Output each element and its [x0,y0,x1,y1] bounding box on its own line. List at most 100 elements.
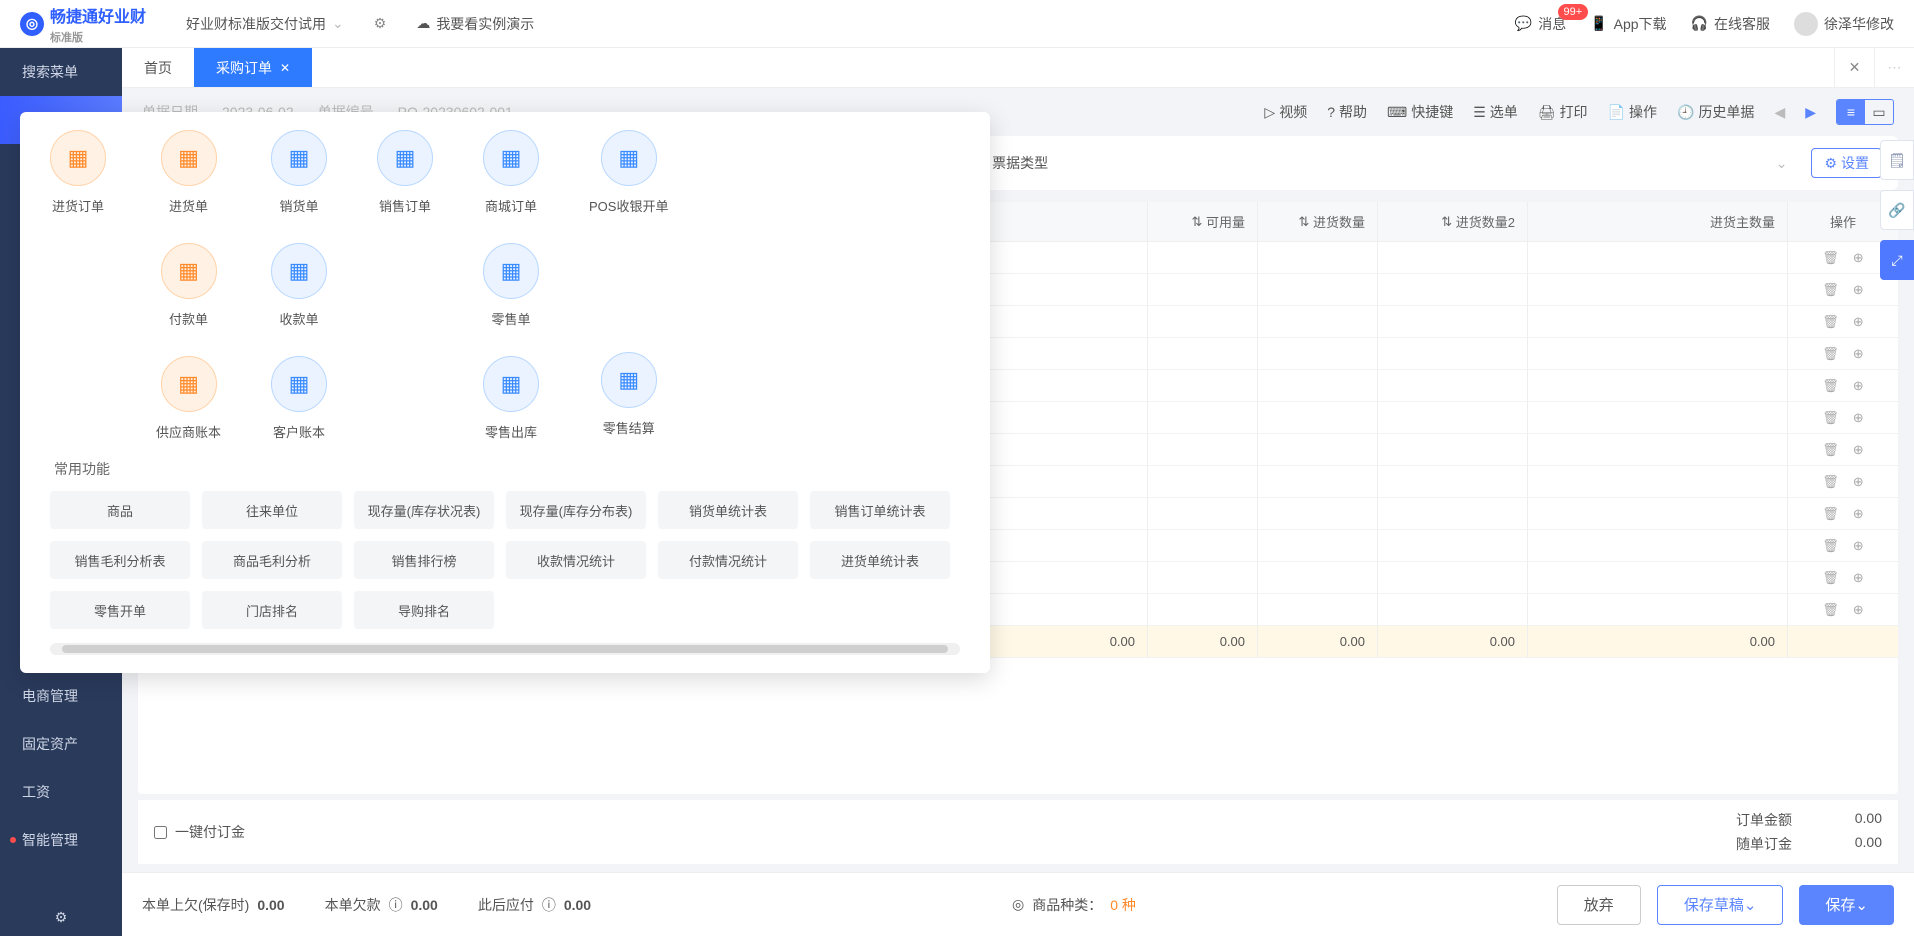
quicknav-node[interactable]: ▦客户账本 [271,356,327,441]
select-link[interactable]: ☰ 选单 [1473,102,1518,122]
quicknav-chip[interactable]: 销货单统计表 [658,491,798,529]
quicknav-chip[interactable]: 收款情况统计 [506,541,646,579]
row-add-icon[interactable]: ⊕ [1853,538,1864,554]
quicknav-node[interactable]: ▦销售订单 [377,130,433,215]
abandon-button[interactable]: 放弃 [1557,885,1641,925]
sidebar-item-12[interactable]: 电商管理 [0,672,122,720]
onlinecs-link[interactable]: 🎧 在线客服 [1691,14,1770,34]
row-add-icon[interactable]: ⊕ [1853,410,1864,426]
quicknav-node[interactable]: ▦收款单 [271,243,327,328]
sidebar-item-13[interactable]: 固定资产 [0,720,122,768]
quicknav-node[interactable]: ▦零售单 [483,243,539,328]
view-list-icon[interactable]: ≡ [1837,100,1865,124]
sidebar-item-label: 工资 [22,782,50,802]
sidebar-settings-icon[interactable]: ⚙ [0,909,122,926]
page-next-icon[interactable]: ▶ [1805,104,1816,121]
quicknav-node[interactable]: ▦零售结算 [601,352,657,437]
row-delete-icon[interactable]: 🗑 [1822,410,1839,426]
row-add-icon[interactable]: ⊕ [1853,602,1864,618]
history-link[interactable]: 🕘 历史单据 [1677,102,1754,122]
print-link[interactable]: 🖨 打印 [1538,102,1588,122]
operate-link[interactable]: 📄 操作 [1608,102,1657,122]
row-add-icon[interactable]: ⊕ [1853,570,1864,586]
th-available-label: 可用量 [1206,212,1245,231]
sidebar-item-15[interactable]: 智能管理 [0,816,122,864]
tab-active[interactable]: 采购订单 ✕ [194,48,312,87]
row-delete-icon[interactable]: 🗑 [1822,282,1839,298]
row-add-icon[interactable]: ⊕ [1853,346,1864,362]
quicknav-scrollbar[interactable] [50,643,960,655]
row-add-icon[interactable]: ⊕ [1853,474,1864,490]
quicknav-chip[interactable]: 导购排名 [354,591,494,629]
row-delete-icon[interactable]: 🗑 [1822,346,1839,362]
th-mainqty[interactable]: 进货主数量 [1528,202,1788,241]
row-add-icon[interactable]: ⊕ [1853,314,1864,330]
sidebar-search[interactable]: 搜索菜单 [0,48,122,96]
quicknav-node[interactable]: ▦进货订单 [50,130,106,215]
th-qty2[interactable]: ⇅ 进货数量2 [1378,202,1528,241]
help-link[interactable]: ? 帮助 [1327,102,1367,122]
row-delete-icon[interactable]: 🗑 [1822,250,1839,266]
demo-link[interactable]: ☁ 我要看实例演示 [416,14,534,34]
rail-link-icon[interactable]: 🔗 [1880,190,1914,230]
quicknav-node[interactable]: ▦进货单 [161,130,217,215]
quicknav-chip[interactable]: 门店排名 [202,591,342,629]
oneclick-deposit[interactable]: 一键付订金 [154,822,245,842]
th-qty1[interactable]: ⇅ 进货数量 [1258,202,1378,241]
save-button[interactable]: 保存 ⌄ [1799,885,1894,925]
page-prev-icon[interactable]: ◀ [1774,104,1785,121]
save-draft-button[interactable]: 保存草稿 ⌄ [1657,885,1784,925]
quicknav-chip[interactable]: 销售毛利分析表 [50,541,190,579]
th-available[interactable]: ⇅ 可用量 [1148,202,1258,241]
plan-select[interactable]: 好业财标准版交付试用 ⌄ [186,14,344,34]
row-delete-icon[interactable]: 🗑 [1822,602,1839,618]
tab-close-icon[interactable]: ✕ [280,61,290,75]
quicknav-chip[interactable]: 零售开单 [50,591,190,629]
quicknav-node[interactable]: ▦付款单 [161,243,217,328]
quicknav-chip[interactable]: 商品 [50,491,190,529]
quicknav-chip[interactable]: 付款情况统计 [658,541,798,579]
tab-home[interactable]: 首页 [122,48,194,87]
quicknav-chip[interactable]: 销售订单统计表 [810,491,950,529]
rail-note-icon[interactable]: 🗒 [1880,140,1914,180]
form-settings-button[interactable]: ⚙设置 [1811,148,1882,178]
quicknav-chip[interactable]: 销售排行榜 [354,541,494,579]
rail-expand-icon[interactable]: ⤢ [1880,240,1914,280]
quicknav-node[interactable]: ▦商城订单 [483,130,539,215]
tabs-more[interactable]: ⋯ [1874,48,1914,87]
row-delete-icon[interactable]: 🗑 [1822,314,1839,330]
sidebar-item-14[interactable]: 工资 [0,768,122,816]
chevron-down-icon[interactable]: ⌄ [1776,155,1788,172]
shortcut-link[interactable]: ⌨ 快捷键 [1387,102,1453,122]
row-add-icon[interactable]: ⊕ [1853,442,1864,458]
row-delete-icon[interactable]: 🗑 [1822,538,1839,554]
info-icon[interactable]: ⓘ [389,895,403,915]
info-icon[interactable]: ⓘ [542,895,556,915]
row-delete-icon[interactable]: 🗑 [1822,506,1839,522]
quicknav-chip[interactable]: 往来单位 [202,491,342,529]
quicknav-chip[interactable]: 商品毛利分析 [202,541,342,579]
user-menu[interactable]: 徐泽华修改 [1794,12,1894,36]
quicknav-chip[interactable]: 进货单统计表 [810,541,950,579]
row-delete-icon[interactable]: 🗑 [1822,378,1839,394]
row-delete-icon[interactable]: 🗑 [1822,442,1839,458]
messages-link[interactable]: 💬 消息 99+ [1515,14,1566,34]
video-link[interactable]: ▷ 视频 [1264,102,1307,122]
tabs-close-all[interactable]: ✕ [1834,48,1874,87]
row-add-icon[interactable]: ⊕ [1853,250,1864,266]
quicknav-node[interactable]: ▦零售出库 [483,356,539,441]
row-add-icon[interactable]: ⊕ [1853,282,1864,298]
quicknav-node[interactable]: ▦供应商账本 [156,356,221,441]
quicknav-node[interactable]: ▦POS收银开单 [589,130,668,215]
row-delete-icon[interactable]: 🗑 [1822,570,1839,586]
quicknav-node[interactable]: ▦销货单 [271,130,327,215]
oneclick-checkbox[interactable] [154,826,167,839]
row-delete-icon[interactable]: 🗑 [1822,474,1839,490]
plan-settings-icon[interactable]: ⚙ [374,15,387,32]
appdownload-link[interactable]: 📱 App下载 [1590,14,1666,34]
row-add-icon[interactable]: ⊕ [1853,506,1864,522]
quicknav-chip[interactable]: 现存量(库存分布表) [506,491,646,529]
view-card-icon[interactable]: ▭ [1865,100,1893,124]
row-add-icon[interactable]: ⊕ [1853,378,1864,394]
quicknav-chip[interactable]: 现存量(库存状况表) [354,491,494,529]
